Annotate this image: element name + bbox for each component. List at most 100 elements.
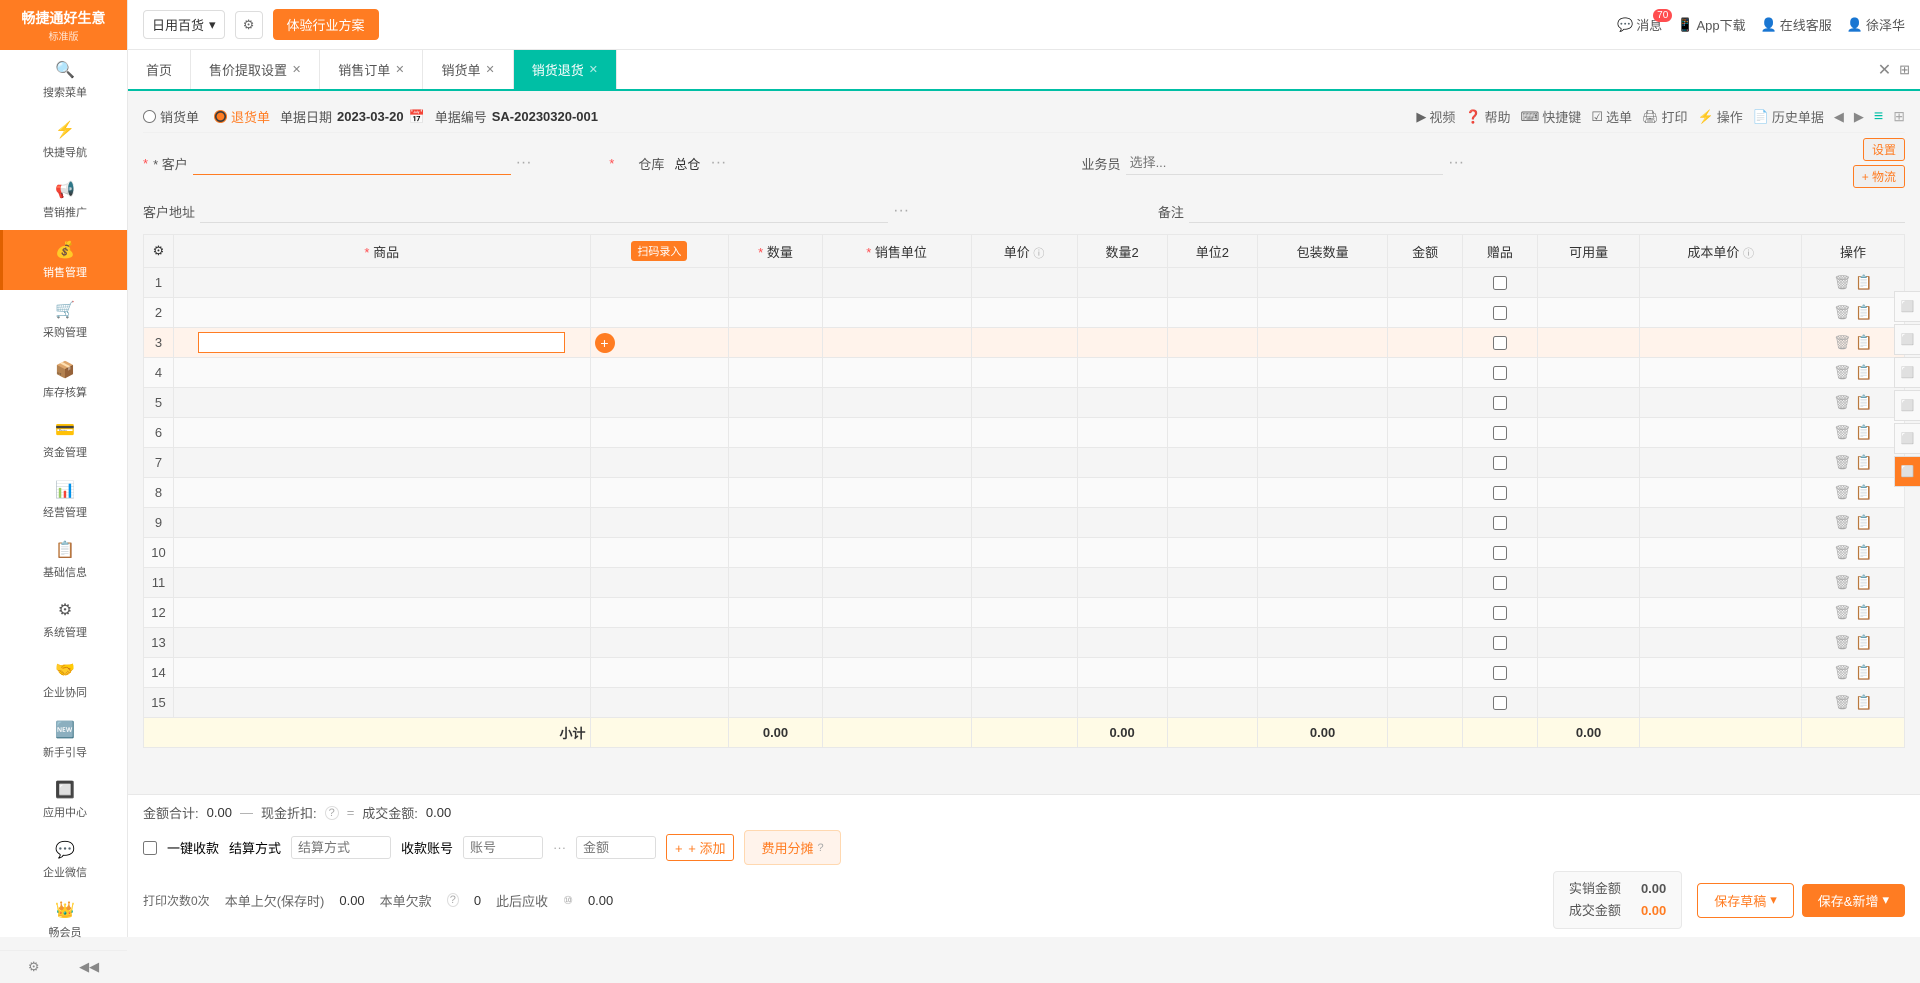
cost-price-cell-14[interactable] [1640,658,1802,688]
unit-cell-4[interactable] [822,358,971,388]
qty2-cell-4[interactable] [1077,358,1167,388]
unit-cell-6[interactable] [822,418,971,448]
gift-cell-4[interactable] [1463,358,1538,388]
amount-cell-15[interactable] [1388,688,1463,718]
qty-cell-12[interactable] [729,598,822,628]
price-cell-8[interactable] [971,478,1077,508]
shortcut-btn[interactable]: ⌨ 快捷键 [1521,107,1582,126]
discount-help-icon[interactable]: ? [325,806,339,820]
available-cell-15[interactable] [1537,688,1640,718]
qty2-cell-3[interactable] [1077,328,1167,358]
gift-cell-10[interactable] [1463,538,1538,568]
warehouse-more-btn[interactable]: ··· [710,154,726,172]
pkg-qty-cell-14[interactable] [1257,658,1387,688]
unit-cell-9[interactable] [822,508,971,538]
available-cell-10[interactable] [1537,538,1640,568]
price-cell-5[interactable] [971,388,1077,418]
copy-row-icon-5[interactable]: 📋 [1855,394,1872,411]
delete-row-icon-10[interactable]: 🗑 [1833,544,1851,561]
product-cell-11[interactable] [174,568,591,598]
pkg-qty-cell-10[interactable] [1257,538,1387,568]
cost-price-cell-3[interactable] [1640,328,1802,358]
save-draft-button[interactable]: 保存草稿 ▾ [1697,883,1794,918]
history-btn[interactable]: 📄 历史单据 [1753,107,1824,126]
scan-button[interactable]: 扫码录入 [631,241,687,261]
select-btn[interactable]: ☑ 选单 [1591,107,1632,126]
amount-cell-7[interactable] [1388,448,1463,478]
amount-cell-2[interactable] [1388,298,1463,328]
amount-cell-6[interactable] [1388,418,1463,448]
qty2-cell-5[interactable] [1077,388,1167,418]
nav-next-icon[interactable]: ▶ [1854,109,1864,125]
tab-price-extract-close[interactable]: ✕ [292,63,301,76]
copy-row-icon-3[interactable]: 📋 [1855,334,1872,351]
cost-price-cell-6[interactable] [1640,418,1802,448]
remark-input[interactable] [1189,199,1905,223]
unit-cell-2[interactable] [822,298,971,328]
help-btn[interactable]: ❓ 帮助 [1465,107,1510,126]
gift-cell-9[interactable] [1463,508,1538,538]
gift-cell-5[interactable] [1463,388,1538,418]
unit2-cell-14[interactable] [1167,658,1257,688]
right-panel-btn-2[interactable]: ⬜ [1894,324,1920,355]
nav-prev-icon[interactable]: ◀ [1834,109,1844,125]
radio-sales-bill-input[interactable] [143,110,156,123]
pkg-qty-cell-8[interactable] [1257,478,1387,508]
qty2-cell-6[interactable] [1077,418,1167,448]
address-input[interactable] [200,199,888,223]
gift-cell-15[interactable] [1463,688,1538,718]
gift-cell-12[interactable] [1463,598,1538,628]
unit2-cell-13[interactable] [1167,628,1257,658]
gift-checkbox-10[interactable] [1493,546,1507,560]
available-cell-6[interactable] [1537,418,1640,448]
cost-price-cell-4[interactable] [1640,358,1802,388]
sidebar-item-operations[interactable]: 📊 经营管理 [0,470,127,530]
qty-cell-13[interactable] [729,628,822,658]
calc-method-input[interactable] [291,836,391,859]
unit2-cell-11[interactable] [1167,568,1257,598]
right-panel-btn-6[interactable]: ⬜ [1894,456,1920,487]
unit-cell-15[interactable] [822,688,971,718]
price-cell-9[interactable] [971,508,1077,538]
sidebar-item-shortcut[interactable]: ⚡ 快捷导航 [0,110,127,170]
unit2-cell-3[interactable] [1167,328,1257,358]
product-cell-13[interactable] [174,628,591,658]
price-cell-6[interactable] [971,418,1077,448]
price-cell-7[interactable] [971,448,1077,478]
cost-price-cell-13[interactable] [1640,628,1802,658]
amount-cell-11[interactable] [1388,568,1463,598]
qty-cell-4[interactable] [729,358,822,388]
settings-icon-btn[interactable]: ⚙ [235,11,263,39]
cost-price-cell-1[interactable] [1640,268,1802,298]
right-panel-btn-4[interactable]: ⬜ [1894,390,1920,421]
product-cell-15[interactable] [174,688,591,718]
pkg-qty-cell-15[interactable] [1257,688,1387,718]
product-cell-9[interactable] [174,508,591,538]
list-view-icon[interactable]: ≡ [1874,108,1883,126]
product-cell-6[interactable] [174,418,591,448]
copy-row-icon-9[interactable]: 📋 [1855,514,1872,531]
address-more-btn[interactable]: ··· [893,202,909,220]
sidebar-item-wechat[interactable]: 💬 企业微信 [0,830,127,890]
sidebar-item-marketing[interactable]: 📢 营销推广 [0,170,127,230]
gift-checkbox-3[interactable] [1493,336,1507,350]
pkg-qty-cell-4[interactable] [1257,358,1387,388]
product-cell-3[interactable] [174,328,591,358]
copy-row-icon-2[interactable]: 📋 [1855,304,1872,321]
delete-row-icon-5[interactable]: 🗑 [1833,394,1851,411]
unit-cell-1[interactable] [822,268,971,298]
amount-input[interactable] [576,836,656,859]
expense-split-btn[interactable]: 费用分摊 ? [744,830,840,865]
copy-row-icon-15[interactable]: 📋 [1855,694,1872,711]
product-cell-10[interactable] [174,538,591,568]
available-cell-7[interactable] [1537,448,1640,478]
gift-cell-14[interactable] [1463,658,1538,688]
print-btn[interactable]: 🖨 打印 [1642,107,1688,126]
gift-checkbox-13[interactable] [1493,636,1507,650]
delete-row-icon-7[interactable]: 🗑 [1833,454,1851,471]
tab-sales-bill-close[interactable]: ✕ [486,63,495,76]
pkg-qty-cell-5[interactable] [1257,388,1387,418]
delete-row-icon-13[interactable]: 🗑 [1833,634,1851,651]
gift-cell-2[interactable] [1463,298,1538,328]
delete-row-icon-1[interactable]: 🗑 [1833,274,1851,291]
